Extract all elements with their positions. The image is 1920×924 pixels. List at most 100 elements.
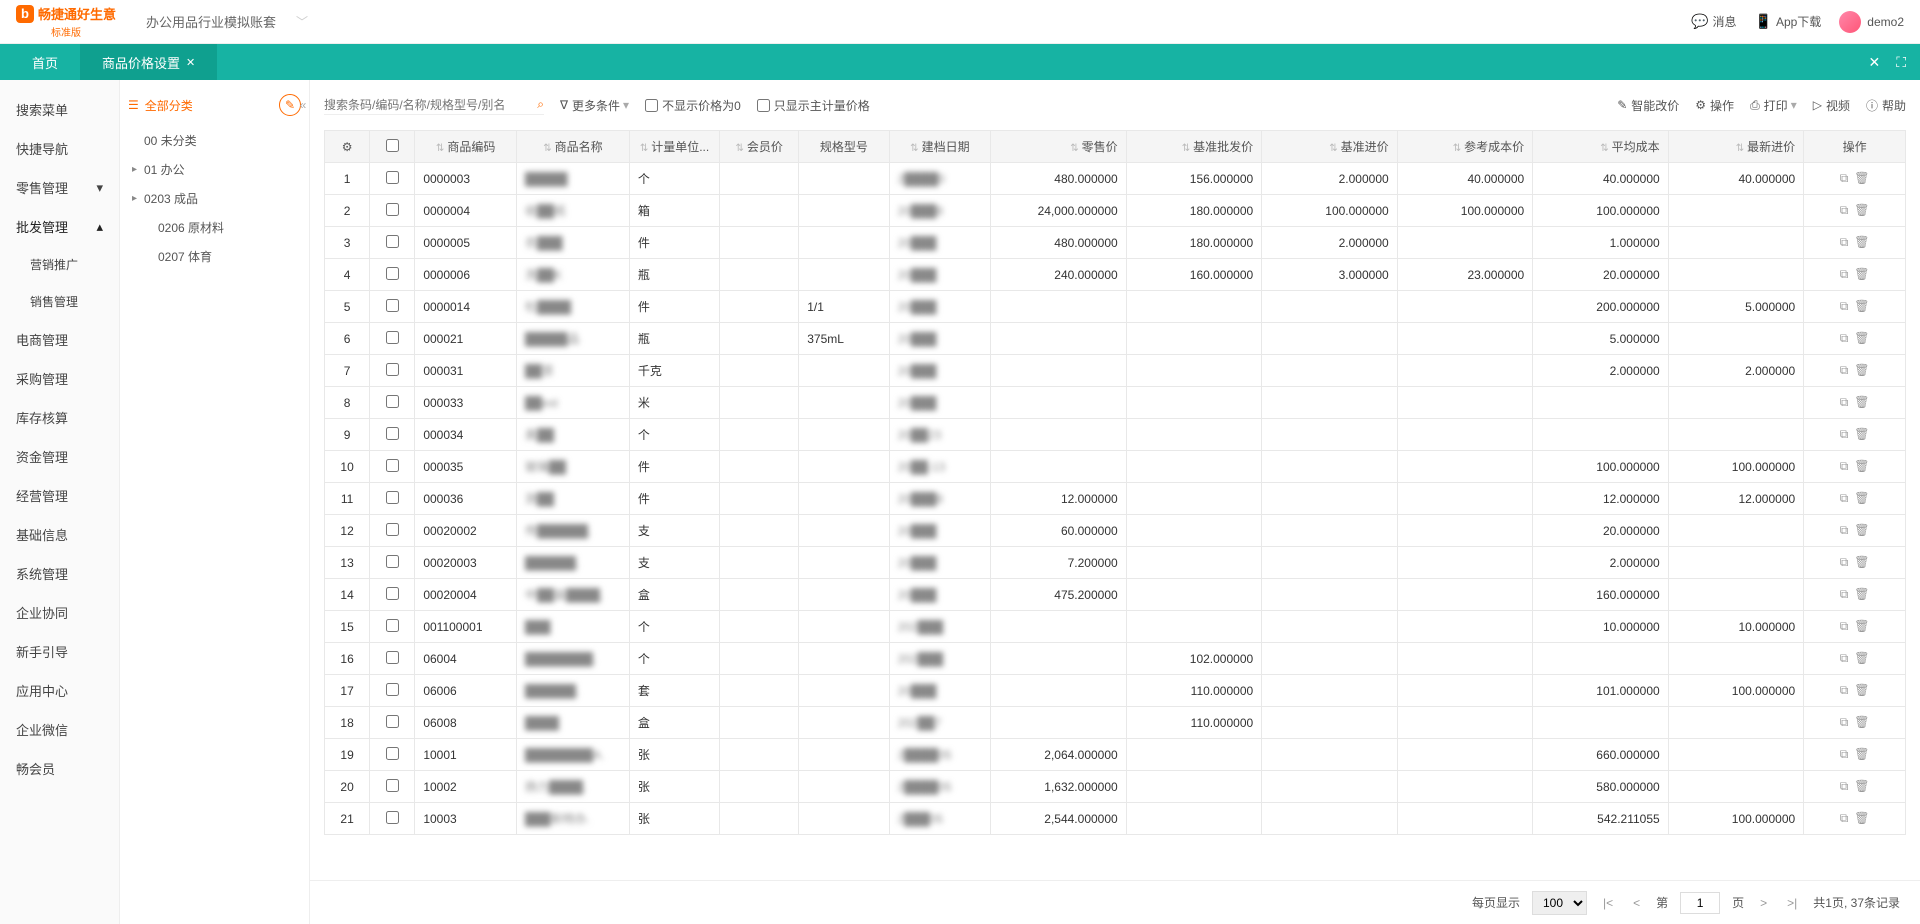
row-rc[interactable] <box>1397 323 1533 355</box>
row-ac[interactable] <box>1533 387 1669 419</box>
next-page-button[interactable]: > <box>1756 896 1771 910</box>
nav-operation[interactable]: 经营管理 <box>0 476 119 515</box>
row-checkbox[interactable] <box>370 355 415 387</box>
row-ac[interactable]: 1.000000 <box>1533 227 1669 259</box>
table-row[interactable]: 2010002扬力████.张2████051,632.000000580.00… <box>325 771 1906 803</box>
copy-icon[interactable]: ⧉ <box>1840 299 1849 314</box>
tabs-close-button[interactable]: ✕ <box>1860 50 1888 75</box>
row-bp[interactable] <box>1262 355 1398 387</box>
page-input[interactable] <box>1680 892 1720 914</box>
nav-wework[interactable]: 企业微信 <box>0 710 119 749</box>
row-rc[interactable] <box>1397 547 1533 579</box>
row-retail[interactable] <box>991 387 1127 419</box>
row-bw[interactable] <box>1126 355 1262 387</box>
copy-icon[interactable]: ⧉ <box>1840 203 1849 218</box>
nav-purchase[interactable]: 采购管理 <box>0 359 119 398</box>
row-retail[interactable] <box>991 611 1127 643</box>
row-bw[interactable]: 180.000000 <box>1126 195 1262 227</box>
row-checkbox[interactable] <box>370 419 415 451</box>
copy-icon[interactable]: ⧉ <box>1840 331 1849 346</box>
copy-icon[interactable]: ⧉ <box>1840 811 1849 826</box>
row-ac[interactable] <box>1533 643 1669 675</box>
row-ac[interactable]: 542.211055 <box>1533 803 1669 835</box>
workspace-selector[interactable]: 办公用品行业模拟账套 <box>146 12 276 31</box>
row-lp[interactable] <box>1668 515 1804 547</box>
delete-icon[interactable]: 🗑 <box>1854 203 1869 218</box>
per-page-select[interactable]: 100 <box>1532 891 1587 915</box>
col-spec[interactable]: 规格型号 <box>799 131 889 163</box>
search-icon[interactable]: ⌕ <box>537 97 544 112</box>
delete-icon[interactable]: 🗑 <box>1854 523 1869 538</box>
row-bp[interactable] <box>1262 291 1398 323</box>
nav-ecommerce[interactable]: 电商管理 <box>0 320 119 359</box>
row-bp[interactable] <box>1262 771 1398 803</box>
row-checkbox[interactable] <box>370 227 415 259</box>
delete-icon[interactable]: 🗑 <box>1854 587 1869 602</box>
table-row[interactable]: 11000036测██件20███812.00000012.00000012.0… <box>325 483 1906 515</box>
row-rc[interactable] <box>1397 515 1533 547</box>
row-ac[interactable]: 5.000000 <box>1533 323 1669 355</box>
row-bp[interactable] <box>1262 387 1398 419</box>
row-bp[interactable] <box>1262 547 1398 579</box>
main-unit-checkbox[interactable]: 只显示主计量价格 <box>757 97 870 114</box>
row-bw[interactable] <box>1126 771 1262 803</box>
nav-inventory[interactable]: 库存核算 <box>0 398 119 437</box>
row-bw[interactable] <box>1126 515 1262 547</box>
row-ac[interactable]: 20.000000 <box>1533 259 1669 291</box>
row-lp[interactable] <box>1668 739 1804 771</box>
row-ac[interactable]: 660.000000 <box>1533 739 1669 771</box>
search-input[interactable] <box>324 98 537 112</box>
copy-icon[interactable]: ⧉ <box>1840 363 1849 378</box>
row-retail[interactable] <box>991 675 1127 707</box>
delete-icon[interactable]: 🗑 <box>1854 779 1869 794</box>
col-unit[interactable]: ⇅计量单位... <box>629 131 719 163</box>
row-rc[interactable] <box>1397 579 1533 611</box>
col-avg-cost[interactable]: ⇅平均成本 <box>1533 131 1669 163</box>
row-rc[interactable] <box>1397 707 1533 739</box>
nav-system[interactable]: 系统管理 <box>0 554 119 593</box>
nav-member[interactable]: 畅会员 <box>0 749 119 788</box>
copy-icon[interactable]: ⧉ <box>1840 427 1849 442</box>
row-lp[interactable]: 5.000000 <box>1668 291 1804 323</box>
row-rc[interactable]: 23.000000 <box>1397 259 1533 291</box>
tab-price-settings[interactable]: 商品价格设置✕ <box>80 44 217 80</box>
tab-home[interactable]: 首页 <box>10 44 80 80</box>
row-checkbox[interactable] <box>370 579 415 611</box>
row-retail[interactable] <box>991 355 1127 387</box>
row-retail[interactable]: 1,632.000000 <box>991 771 1127 803</box>
delete-icon[interactable]: 🗑 <box>1854 715 1869 730</box>
delete-icon[interactable]: 🗑 <box>1854 363 1869 378</box>
row-bw[interactable] <box>1126 483 1262 515</box>
row-bp[interactable]: 2.000000 <box>1262 163 1398 195</box>
row-rc[interactable] <box>1397 291 1533 323</box>
col-retail[interactable]: ⇅零售价 <box>991 131 1127 163</box>
row-bp[interactable] <box>1262 643 1398 675</box>
col-latest[interactable]: ⇅最新进价 <box>1668 131 1804 163</box>
row-bp[interactable]: 2.000000 <box>1262 227 1398 259</box>
col-base-wholesale[interactable]: ⇅基准批发价 <box>1126 131 1262 163</box>
app-download-button[interactable]: 📱App下载 <box>1755 13 1822 30</box>
row-bw[interactable]: 160.000000 <box>1126 259 1262 291</box>
row-checkbox[interactable] <box>370 803 415 835</box>
row-retail[interactable] <box>991 419 1127 451</box>
row-ac[interactable]: 100.000000 <box>1533 195 1669 227</box>
row-bp[interactable] <box>1262 707 1398 739</box>
delete-icon[interactable]: 🗑 <box>1854 299 1869 314</box>
row-rc[interactable] <box>1397 419 1533 451</box>
delete-icon[interactable]: 🗑 <box>1854 555 1869 570</box>
table-row[interactable]: 7000031██茶千克20███2.0000002.000000⧉🗑 <box>325 355 1906 387</box>
row-rc[interactable]: 100.000000 <box>1397 195 1533 227</box>
row-bw[interactable] <box>1126 611 1262 643</box>
table-row[interactable]: 8000033██est米20███⧉🗑 <box>325 387 1906 419</box>
delete-icon[interactable]: 🗑 <box>1854 683 1869 698</box>
row-checkbox[interactable] <box>370 707 415 739</box>
row-checkbox[interactable] <box>370 643 415 675</box>
copy-icon[interactable]: ⧉ <box>1840 619 1849 634</box>
row-retail[interactable]: 2,064.000000 <box>991 739 1127 771</box>
table-row[interactable]: 9000034奥██个20██23⧉🗑 <box>325 419 1906 451</box>
copy-icon[interactable]: ⧉ <box>1840 779 1849 794</box>
col-code[interactable]: ⇅商品编码 <box>415 131 517 163</box>
row-bw[interactable] <box>1126 739 1262 771</box>
table-row[interactable]: 10000035玻璃██件20██-13100.000000100.000000… <box>325 451 1906 483</box>
row-bw[interactable]: 180.000000 <box>1126 227 1262 259</box>
